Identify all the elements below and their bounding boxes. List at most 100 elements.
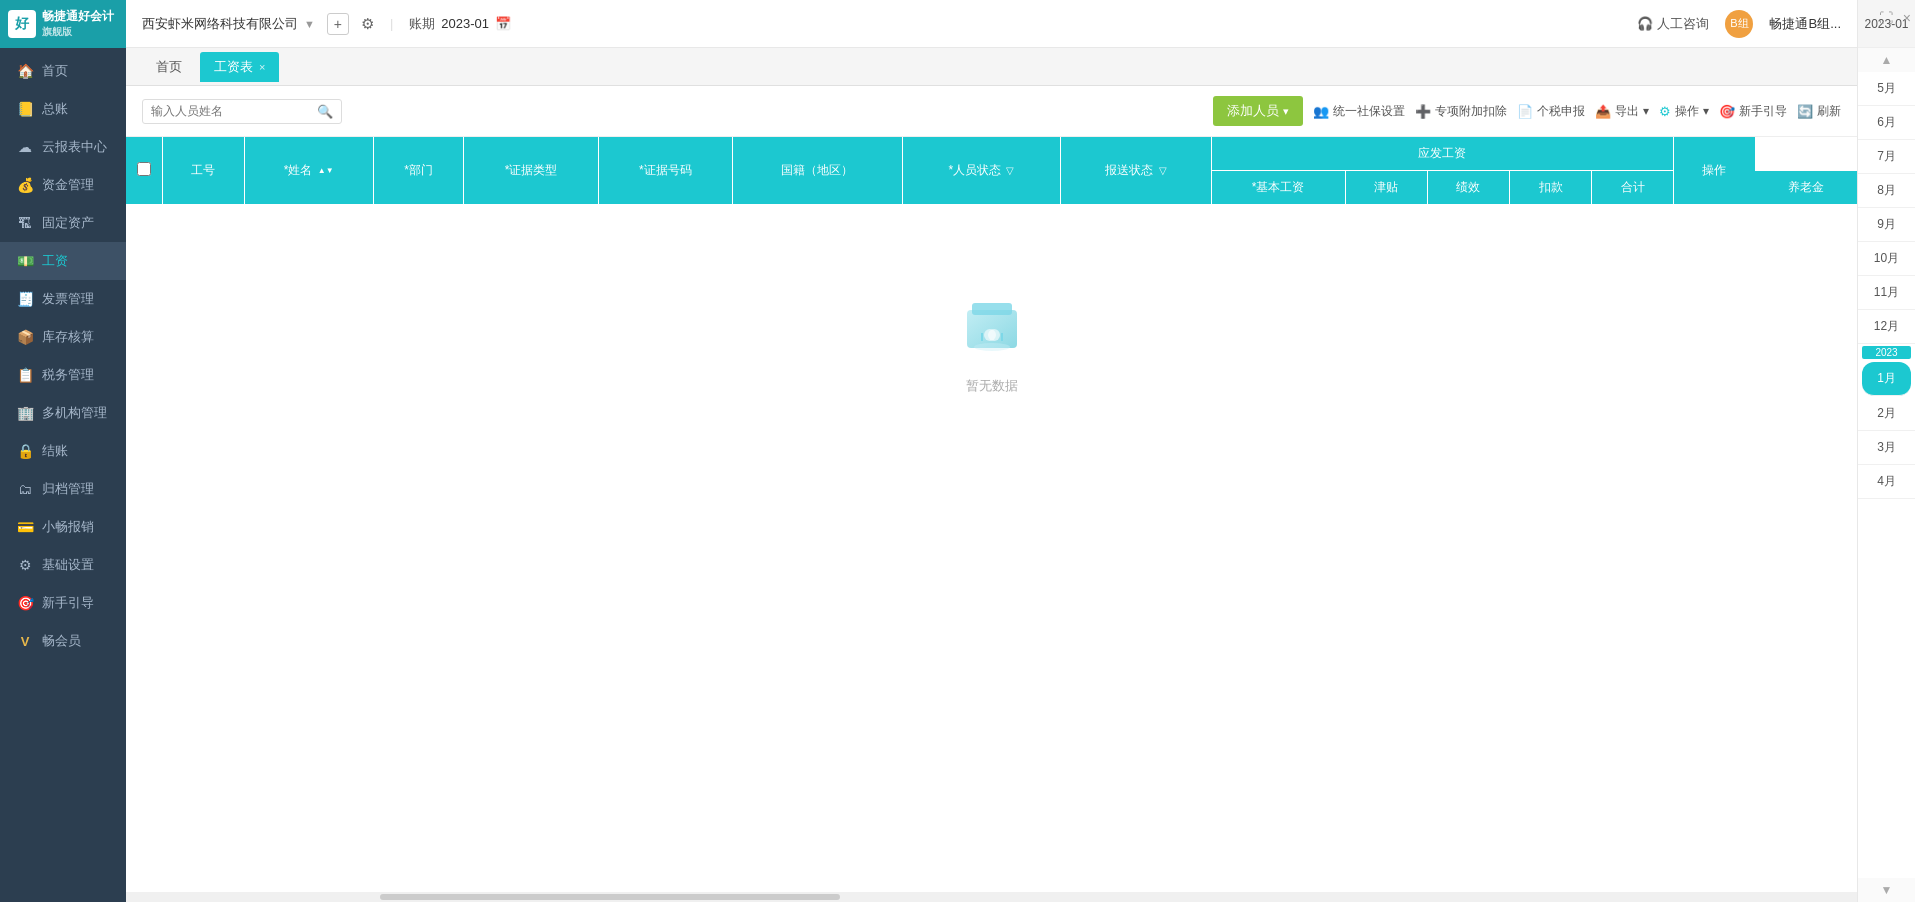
sidebar-item-label: 多机构管理 <box>42 404 107 422</box>
salary-table: 工号 *姓名 ▲▼ *部门 *证据类型 *证据号码 国籍（地区） *人员状态 ▽ <box>126 137 1857 475</box>
sidebar-item-inventory[interactable]: 📦 库存核算 <box>0 318 126 356</box>
col-base: *基本工资 <box>1211 171 1345 205</box>
month-scroll-down-button[interactable]: ▼ <box>1858 878 1915 902</box>
sidebar-item-expense[interactable]: 💳 小畅报销 <box>0 508 126 546</box>
sidebar-item-label: 工资 <box>42 252 68 270</box>
sidebar-item-label: 税务管理 <box>42 366 94 384</box>
guide-toolbar-icon: 🎯 <box>1719 104 1735 119</box>
vip-icon: V <box>16 634 34 649</box>
sidebar-item-ledger[interactable]: 📒 总账 <box>0 90 126 128</box>
col-status[interactable]: *人员状态 ▽ <box>902 137 1061 205</box>
month-item-2022-08[interactable]: 8月 <box>1858 174 1915 208</box>
refresh-button[interactable]: 🔄 刷新 <box>1797 103 1841 120</box>
sidebar-item-tax[interactable]: 📋 税务管理 <box>0 356 126 394</box>
social-settings-button[interactable]: 👥 统一社保设置 <box>1313 103 1405 120</box>
add-company-button[interactable]: + <box>327 13 349 35</box>
month-scroll-up-button[interactable]: ▲ <box>1858 48 1915 72</box>
report-filter-icon[interactable]: ▽ <box>1159 165 1167 176</box>
salary-icon: 💵 <box>16 253 34 269</box>
month-item-2022-12[interactable]: 12月 <box>1858 310 1915 344</box>
name-sort-icon[interactable]: ▲▼ <box>318 167 334 175</box>
sidebar-item-vip[interactable]: V 畅会员 <box>0 622 126 660</box>
month-item-2023-03[interactable]: 3月 <box>1858 431 1915 465</box>
search-wrap: 🔍 <box>142 99 342 124</box>
operations-button[interactable]: ⚙ 操作 ▾ <box>1659 103 1709 120</box>
tab-close-icon[interactable]: × <box>259 61 265 73</box>
calendar-icon[interactable]: 📅 <box>495 16 511 31</box>
month-item-2022-05[interactable]: 5月 <box>1858 72 1915 106</box>
col-name[interactable]: *姓名 ▲▼ <box>244 137 373 205</box>
sidebar-item-archive[interactable]: 🗂 归档管理 <box>0 470 126 508</box>
operations-icon: ⚙ <box>1659 104 1671 119</box>
panel-expand-icon[interactable]: ⛶ <box>1879 10 1893 26</box>
col-country: 国籍（地区） <box>733 137 903 205</box>
add-person-button[interactable]: 添加人员 ▾ <box>1213 96 1303 126</box>
month-item-2022-10[interactable]: 10月 <box>1858 242 1915 276</box>
sidebar-item-close[interactable]: 🔒 结账 <box>0 432 126 470</box>
sidebar-item-label: 畅会员 <box>42 632 81 650</box>
month-item-2022-09[interactable]: 9月 <box>1858 208 1915 242</box>
special-deduction-button[interactable]: ➕ 专项附加扣除 <box>1415 103 1507 120</box>
export-button[interactable]: 📤 导出 ▾ <box>1595 103 1649 120</box>
status-filter-icon[interactable]: ▽ <box>1006 165 1014 176</box>
empty-row: 暂无数据 <box>126 205 1857 476</box>
sidebar-item-cloud[interactable]: ☁ 云报表中心 <box>0 128 126 166</box>
fund-icon: 💰 <box>16 177 34 193</box>
support-button[interactable]: 🎧 人工咨询 <box>1637 15 1709 33</box>
month-item-2022-11[interactable]: 11月 <box>1858 276 1915 310</box>
col-performance: 绩效 <box>1427 171 1509 205</box>
company-dropdown-arrow: ▼ <box>304 18 315 30</box>
col-dept: *部门 <box>373 137 464 205</box>
month-item-2022-07[interactable]: 7月 <box>1858 140 1915 174</box>
month-item-2023-04[interactable]: 4月 <box>1858 465 1915 499</box>
sidebar-item-settings[interactable]: ⚙ 基础设置 <box>0 546 126 584</box>
select-all-checkbox[interactable] <box>137 162 151 176</box>
table-body: 暂无数据 <box>126 205 1857 476</box>
sidebar-item-home[interactable]: 🏠 首页 <box>0 52 126 90</box>
guide-icon: 🎯 <box>16 595 34 611</box>
col-cert-type: *证据类型 <box>464 137 598 205</box>
month-item-2023-01[interactable]: 1月 <box>1862 362 1911 396</box>
col-checkbox[interactable] <box>126 137 162 205</box>
month-item-2023-02[interactable]: 2月 <box>1858 397 1915 431</box>
svg-point-3 <box>988 329 1000 341</box>
search-icon[interactable]: 🔍 <box>317 104 333 119</box>
sidebar-item-label: 新手引导 <box>42 594 94 612</box>
table-scrollbar[interactable] <box>126 892 1857 902</box>
toolbar-right: 添加人员 ▾ 👥 统一社保设置 ➕ 专项附加扣除 📄 个税申报 📤 导 <box>1213 96 1841 126</box>
company-selector[interactable]: 西安虾米网络科技有限公司 ▼ <box>142 15 315 33</box>
sidebar-item-assets[interactable]: 🏗 固定资产 <box>0 204 126 242</box>
sidebar-item-salary[interactable]: 💵 工资 <box>0 242 126 280</box>
company-settings-icon[interactable]: ⚙ <box>361 15 374 33</box>
tab-home[interactable]: 首页 <box>142 52 196 82</box>
sidebar-item-label: 基础设置 <box>42 556 94 574</box>
period-value: 2023-01 <box>441 16 489 31</box>
month-list-panel: ▲ 5月 6月 7月 8月 9月 10月 11月 12月 2023 1月 2月 … <box>1858 48 1915 902</box>
sidebar-item-label: 固定资产 <box>42 214 94 232</box>
logo-icon: 好 <box>8 10 36 38</box>
sidebar-item-label: 发票管理 <box>42 290 94 308</box>
sidebar-item-multi[interactable]: 🏢 多机构管理 <box>0 394 126 432</box>
sidebar-item-guide[interactable]: 🎯 新手引导 <box>0 584 126 622</box>
content-area: 🔍 添加人员 ▾ 👥 统一社保设置 ➕ 专项附加扣除 📄 个税申报 <box>126 86 1857 902</box>
search-input[interactable] <box>151 104 311 118</box>
guide-button[interactable]: 🎯 新手引导 <box>1719 103 1787 120</box>
sidebar-item-label: 总账 <box>42 100 68 118</box>
header-right: 🎧 人工咨询 B组 畅捷通B组... <box>1637 10 1841 38</box>
tax-report-button[interactable]: 📄 个税申报 <box>1517 103 1585 120</box>
cloud-icon: ☁ <box>16 139 34 155</box>
sidebar-item-invoice[interactable]: 🧾 发票管理 <box>0 280 126 318</box>
user-name[interactable]: 畅捷通B组... <box>1769 15 1841 33</box>
ledger-icon: 📒 <box>16 101 34 117</box>
main-area: 西安虾米网络科技有限公司 ▼ + ⚙ | 账期 2023-01 📅 🎧 人工咨询… <box>126 0 1857 902</box>
sidebar-item-fund[interactable]: 💰 资金管理 <box>0 166 126 204</box>
inventory-icon: 📦 <box>16 329 34 345</box>
empty-state: 暂无数据 <box>126 205 1857 475</box>
col-report-status[interactable]: 报送状态 ▽ <box>1061 137 1211 205</box>
sidebar-item-label: 首页 <box>42 62 68 80</box>
scrollbar-thumb[interactable] <box>380 894 840 900</box>
table-wrap: 工号 *姓名 ▲▼ *部门 *证据类型 *证据号码 国籍（地区） *人员状态 ▽ <box>126 137 1857 892</box>
month-item-2022-06[interactable]: 6月 <box>1858 106 1915 140</box>
panel-close-icon[interactable]: × <box>1903 10 1911 26</box>
tab-salary[interactable]: 工资表 × <box>200 52 279 82</box>
